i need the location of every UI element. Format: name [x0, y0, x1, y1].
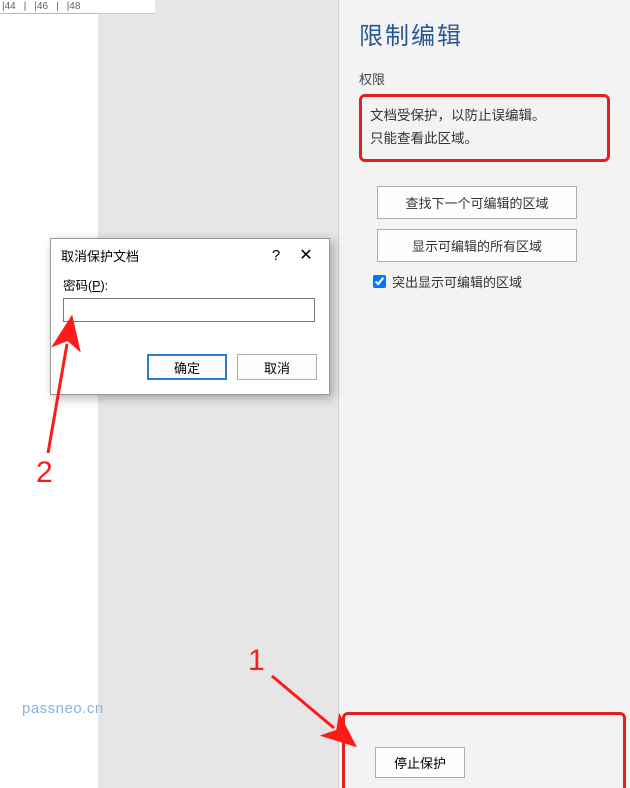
annotation-number-2: 2	[36, 456, 53, 490]
highlight-regions-checkbox[interactable]	[373, 275, 386, 288]
ruler-mark: |44|	[2, 1, 26, 12]
ruler-mark: |48	[67, 1, 89, 12]
restrict-editing-panel: 限制编辑 权限 文档受保护，以防止误编辑。 只能查看此区域。 查找下一个可编辑的…	[338, 0, 630, 788]
watermark: passneo.cn	[22, 700, 104, 717]
annotation-number-1: 1	[248, 644, 265, 678]
info-line: 只能查看此区域。	[370, 128, 599, 151]
unprotect-document-dialog: 取消保护文档 ? ✕ 密码(P): 确定 取消	[50, 238, 330, 395]
panel-title: 限制编辑	[359, 16, 610, 51]
dialog-titlebar[interactable]: 取消保护文档 ? ✕	[51, 239, 329, 271]
stop-protection-highlight: 停止保护	[342, 712, 626, 788]
password-input[interactable]	[63, 298, 315, 322]
show-all-regions-button[interactable]: 显示可编辑的所有区域	[377, 229, 577, 262]
cancel-button[interactable]: 取消	[237, 354, 317, 380]
help-icon[interactable]: ?	[261, 247, 291, 264]
dialog-title: 取消保护文档	[61, 246, 261, 265]
ok-button[interactable]: 确定	[147, 354, 227, 380]
highlight-regions-checkbox-row[interactable]: 突出显示可编辑的区域	[369, 272, 610, 291]
password-label: 密码(P):	[63, 275, 317, 294]
find-next-region-button[interactable]: 查找下一个可编辑的区域	[377, 186, 577, 219]
dialog-body: 密码(P): 确定 取消	[51, 271, 329, 394]
info-line: 文档受保护，以防止误编辑。	[370, 105, 599, 128]
document-background	[98, 14, 338, 788]
document-page[interactable]	[0, 14, 98, 788]
protection-info-box: 文档受保护，以防止误编辑。 只能查看此区域。	[359, 94, 610, 162]
permissions-label: 权限	[359, 69, 610, 88]
highlight-regions-label: 突出显示可编辑的区域	[392, 272, 522, 291]
ruler-mark: |46|	[34, 1, 58, 12]
ruler: |44| |46| |48	[0, 0, 155, 14]
stop-protection-button[interactable]: 停止保护	[375, 747, 465, 778]
dialog-button-row: 确定 取消	[63, 354, 317, 380]
close-icon[interactable]: ✕	[291, 245, 321, 265]
